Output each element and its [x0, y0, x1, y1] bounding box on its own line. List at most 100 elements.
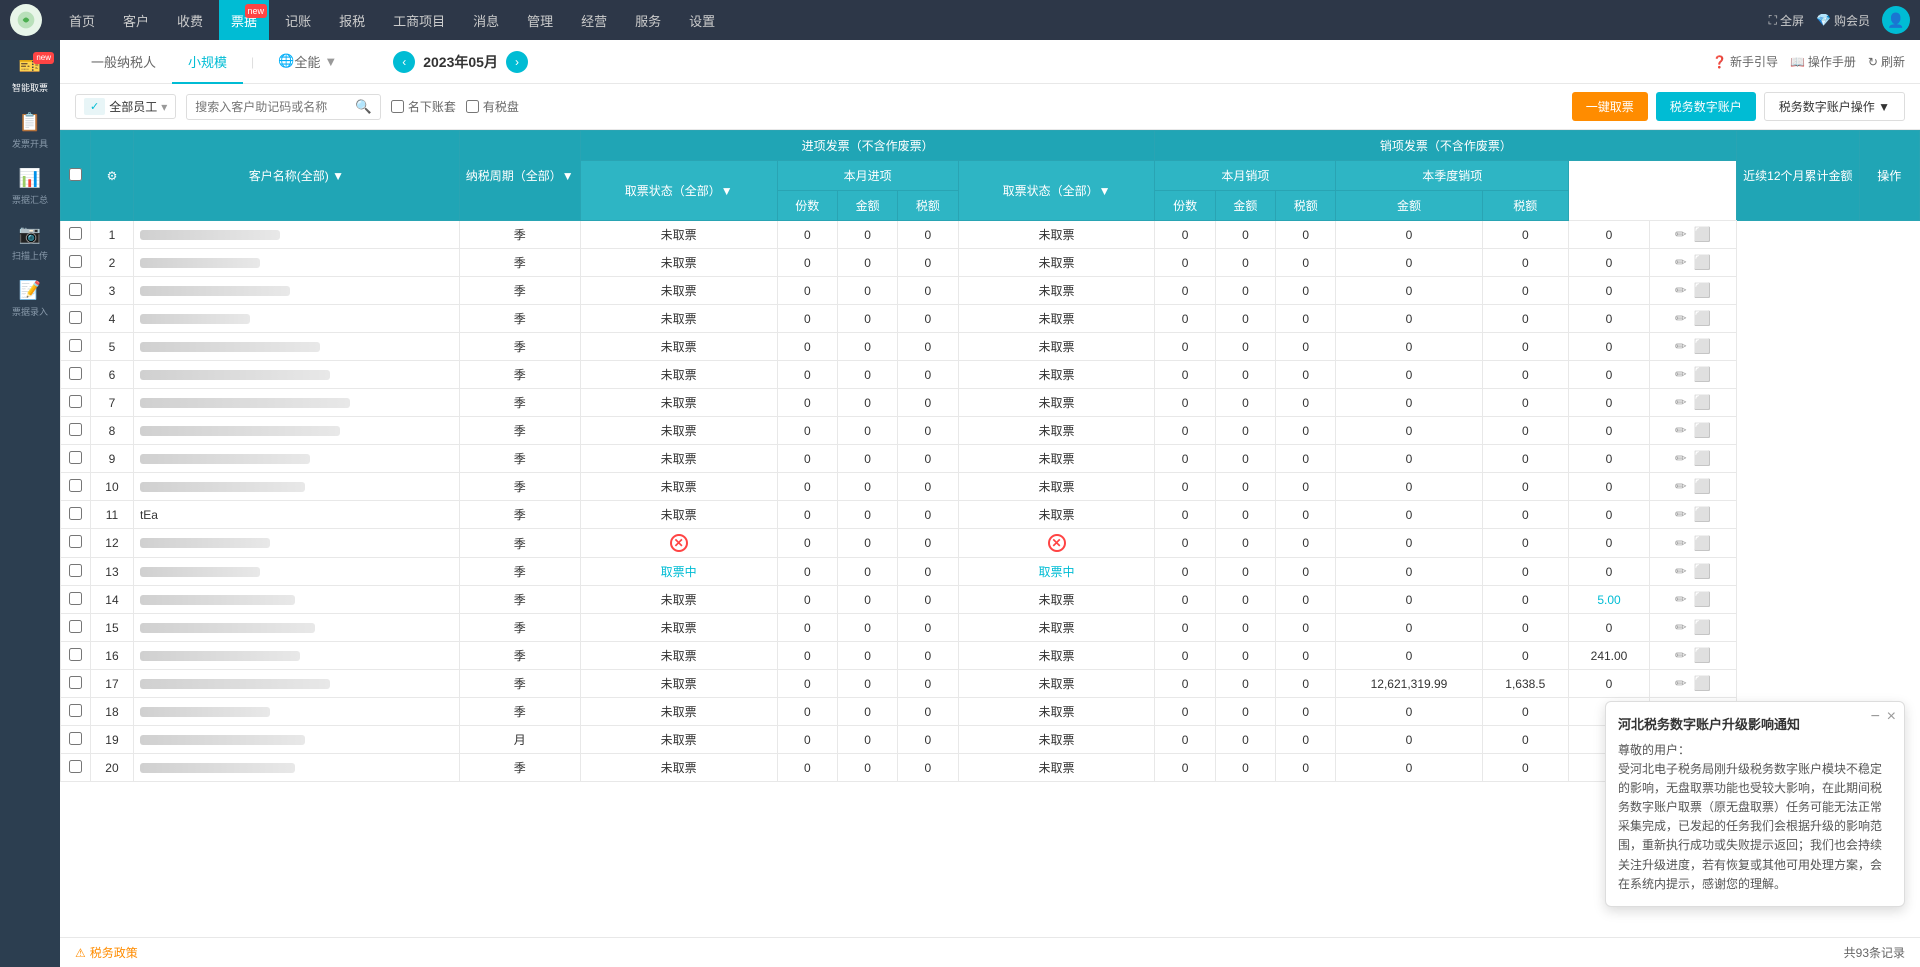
edit-btn[interactable]: ✏	[1675, 282, 1687, 299]
nav-message[interactable]: 消息	[461, 0, 511, 40]
row-checkbox[interactable]	[69, 395, 82, 408]
digital-account-btn[interactable]: 税务数字账户	[1656, 92, 1756, 121]
tab-general-taxpayer[interactable]: 一般纳税人	[75, 40, 172, 84]
edit-btn[interactable]: ✏	[1675, 478, 1687, 495]
edit-btn[interactable]: ✏	[1675, 450, 1687, 467]
row-checkbox[interactable]	[69, 704, 82, 717]
copy-btn[interactable]: ⬜	[1694, 226, 1711, 243]
copy-btn[interactable]: ⬜	[1694, 647, 1711, 664]
row-checkbox[interactable]	[69, 620, 82, 633]
guide-btn[interactable]: ❓ 新手引导	[1712, 53, 1778, 70]
edit-btn[interactable]: ✏	[1675, 506, 1687, 523]
fullscreen-btn[interactable]: ⛶ 全屏	[1769, 12, 1804, 29]
date-next-btn[interactable]: ›	[506, 51, 528, 73]
select-all-checkbox[interactable]	[69, 168, 82, 181]
nav-operation[interactable]: 经营	[569, 0, 619, 40]
copy-btn[interactable]: ⬜	[1694, 366, 1711, 383]
nav-service[interactable]: 服务	[623, 0, 673, 40]
checkbox-tax-disk[interactable]	[466, 100, 479, 113]
checkbox-tax-disk-label[interactable]: 有税盘	[466, 98, 519, 115]
sidebar-item-invoice-entry[interactable]: 📝 票据录入	[2, 272, 58, 326]
copy-btn[interactable]: ⬜	[1694, 422, 1711, 439]
row-checkbox[interactable]	[69, 367, 82, 380]
checkbox-account-label[interactable]: 名下账套	[391, 98, 456, 115]
copy-btn[interactable]: ⬜	[1694, 535, 1711, 552]
copy-btn[interactable]: ⬜	[1694, 282, 1711, 299]
row-checkbox[interactable]	[69, 311, 82, 324]
edit-btn[interactable]: ✏	[1675, 675, 1687, 692]
copy-btn[interactable]: ⬜	[1694, 619, 1711, 636]
row-checkbox[interactable]	[69, 676, 82, 689]
date-prev-btn[interactable]: ‹	[393, 51, 415, 73]
row-checkbox[interactable]	[69, 592, 82, 605]
nav-manage[interactable]: 管理	[515, 0, 565, 40]
row-checkbox[interactable]	[69, 479, 82, 492]
sidebar-item-invoice-summary[interactable]: 📊 票据汇总	[2, 160, 58, 214]
copy-btn[interactable]: ⬜	[1694, 310, 1711, 327]
edit-btn[interactable]: ✏	[1675, 338, 1687, 355]
copy-btn[interactable]: ⬜	[1694, 675, 1711, 692]
row-checkbox[interactable]	[69, 732, 82, 745]
nav-accounting[interactable]: 记账	[273, 0, 323, 40]
td-inp-tax: 0	[898, 670, 958, 698]
nav-home[interactable]: 首页	[57, 0, 107, 40]
copy-btn[interactable]: ⬜	[1694, 478, 1711, 495]
employee-select[interactable]: ✓ 全部员工 ▾	[75, 94, 176, 119]
edit-btn[interactable]: ✏	[1675, 535, 1687, 552]
tab-full-capability[interactable]: 🌐 全能 ▼	[262, 40, 353, 84]
copy-btn[interactable]: ⬜	[1694, 394, 1711, 411]
edit-btn[interactable]: ✏	[1675, 647, 1687, 664]
refresh-btn[interactable]: ↻ 刷新	[1868, 53, 1905, 70]
nav-tax[interactable]: 报税	[327, 0, 377, 40]
edit-btn[interactable]: ✏	[1675, 563, 1687, 580]
copy-btn[interactable]: ⬜	[1694, 450, 1711, 467]
manual-btn[interactable]: 📖 操作手册	[1790, 53, 1856, 70]
nav-client[interactable]: 客户	[111, 0, 161, 40]
member-btn[interactable]: 💎 购会员	[1816, 12, 1870, 29]
row-checkbox[interactable]	[69, 564, 82, 577]
row-checkbox[interactable]	[69, 535, 82, 548]
row-checkbox[interactable]	[69, 283, 82, 296]
edit-btn[interactable]: ✏	[1675, 619, 1687, 636]
search-button[interactable]: 🔍	[347, 95, 380, 119]
digital-account-op-btn[interactable]: 税务数字账户操作 ▼	[1764, 92, 1905, 121]
edit-btn[interactable]: ✏	[1675, 422, 1687, 439]
th-output-status: 取票状态（全部）▼	[958, 161, 1155, 221]
copy-btn[interactable]: ⬜	[1694, 254, 1711, 271]
edit-btn[interactable]: ✏	[1675, 310, 1687, 327]
nav-business[interactable]: 工商项目	[381, 0, 457, 40]
row-checkbox[interactable]	[69, 507, 82, 520]
one-click-fetch-btn[interactable]: 一键取票	[1572, 92, 1648, 121]
nav-invoice[interactable]: 票据 new	[219, 0, 269, 40]
edit-btn[interactable]: ✏	[1675, 394, 1687, 411]
edit-btn[interactable]: ✏	[1675, 254, 1687, 271]
edit-btn[interactable]: ✏	[1675, 226, 1687, 243]
row-checkbox[interactable]	[69, 255, 82, 268]
td-out-tax: 0	[1276, 614, 1336, 642]
search-input[interactable]	[187, 96, 347, 118]
sidebar-item-scan-upload[interactable]: 📷 扫描上传	[2, 216, 58, 270]
sidebar-item-smart-ticket[interactable]: 🎫 智能取票 new	[2, 48, 58, 102]
edit-btn[interactable]: ✏	[1675, 591, 1687, 608]
cumulative-link[interactable]: 5.00	[1597, 593, 1620, 607]
user-avatar[interactable]: 👤	[1882, 6, 1910, 34]
edit-btn[interactable]: ✏	[1675, 366, 1687, 383]
row-checkbox[interactable]	[69, 423, 82, 436]
row-checkbox[interactable]	[69, 451, 82, 464]
nav-settings[interactable]: 设置	[677, 0, 727, 40]
checkbox-account[interactable]	[391, 100, 404, 113]
row-checkbox[interactable]	[69, 227, 82, 240]
popup-close-btn[interactable]: ×	[1887, 708, 1896, 726]
row-checkbox[interactable]	[69, 339, 82, 352]
copy-btn[interactable]: ⬜	[1694, 563, 1711, 580]
tab-small-scale[interactable]: 小规模	[172, 40, 243, 84]
nav-fee[interactable]: 收费	[165, 0, 215, 40]
sidebar-item-invoice-issue[interactable]: 📋 发票开具	[2, 104, 58, 158]
row-checkbox[interactable]	[69, 760, 82, 773]
popup-minimize-btn[interactable]: −	[1871, 708, 1880, 726]
policy-link[interactable]: ⚠ 税务政策	[75, 944, 138, 961]
copy-btn[interactable]: ⬜	[1694, 591, 1711, 608]
row-checkbox[interactable]	[69, 648, 82, 661]
copy-btn[interactable]: ⬜	[1694, 338, 1711, 355]
copy-btn[interactable]: ⬜	[1694, 506, 1711, 523]
